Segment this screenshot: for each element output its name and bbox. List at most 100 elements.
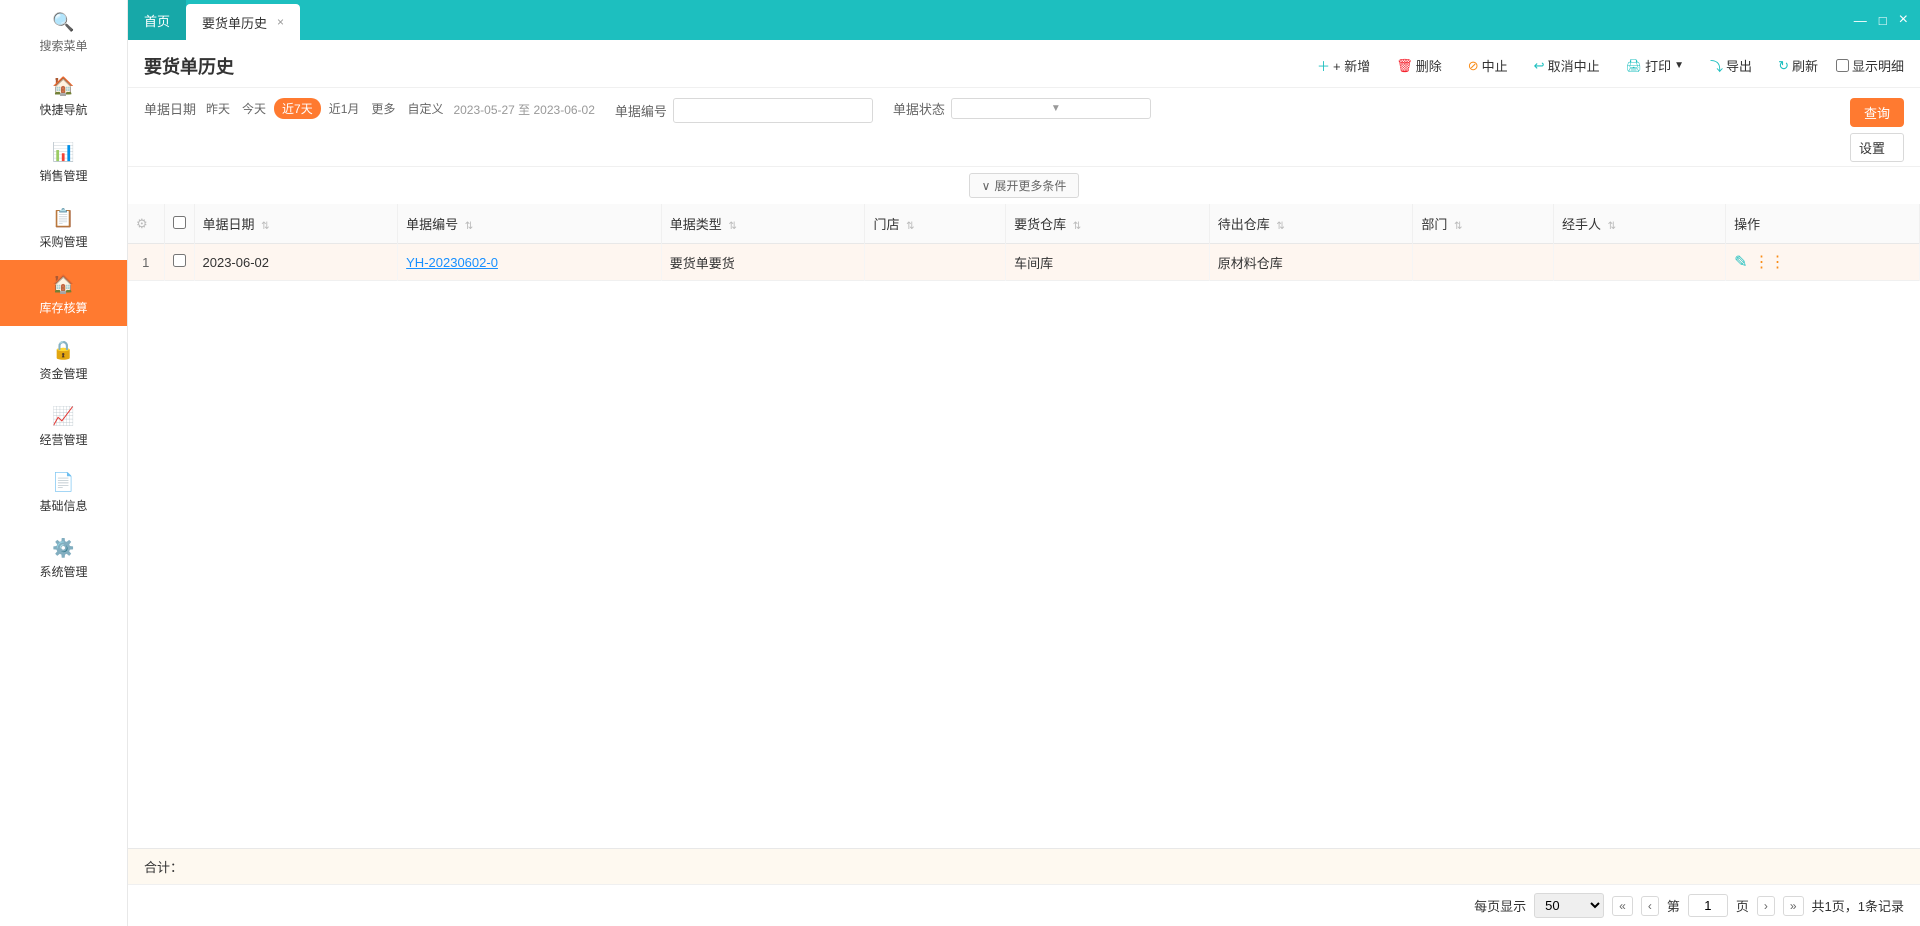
window-close-btn[interactable]: × [1899,11,1908,29]
sidebar-item-basic-info[interactable]: 📄 基础信息 [0,458,127,524]
sort-store-icon: ⇅ [906,221,914,232]
th-pending-warehouse[interactable]: 待出仓库 ⇅ [1209,204,1413,244]
sort-doc-no-icon: ⇅ [465,221,473,232]
row-checkbox[interactable] [173,254,186,267]
status-select[interactable]: ▼ [951,98,1151,119]
date-btn-custom[interactable]: 自定义 [403,98,447,119]
refresh-label: 刷新 [1792,56,1818,75]
purchase-icon: 📋 [52,208,74,229]
date-btn-yesterday[interactable]: 昨天 [202,98,234,119]
per-page-label: 每页显示 [1474,896,1526,915]
summary-label: 合计： [144,857,183,876]
prev-page-btn[interactable]: ‹ [1641,896,1659,916]
table-settings-icon[interactable]: ⚙ [136,216,148,231]
date-filter-group: 单据日期 昨天 今天 近7天 近1月 更多 自定义 2023-05-27 至 2… [144,98,595,119]
th-doc-type[interactable]: 单据类型 ⇅ [661,204,865,244]
sidebar-search[interactable]: 🔍 搜索菜单 [0,0,127,62]
next-page-btn[interactable]: › [1757,896,1775,916]
first-page-btn[interactable]: « [1612,896,1633,916]
filter-bar: 单据日期 昨天 今天 近7天 近1月 更多 自定义 2023-05-27 至 2… [128,88,1920,167]
row-delete-btn[interactable]: ⋮⋮ [1754,252,1786,272]
display-detail-label: 显示明细 [1852,56,1904,75]
row-store [865,244,1006,281]
select-all-checkbox[interactable] [173,216,186,229]
th-store[interactable]: 门店 ⇅ [865,204,1006,244]
display-detail-button[interactable]: 显示明细 [1836,56,1904,75]
sidebar-item-sales[interactable]: 📊 销售管理 [0,128,127,194]
sidebar-item-label: 销售管理 [39,167,87,184]
delete-label: 删除 [1416,56,1442,75]
table-row: 1 2023-06-02 YH-20230602-0 要货单要货 车间库 原材料… [128,244,1920,281]
th-req-warehouse[interactable]: 要货仓库 ⇅ [1006,204,1210,244]
tab-home[interactable]: 首页 [128,0,186,40]
print-icon: 🖨 [1626,58,1643,74]
date-btn-today[interactable]: 今天 [238,98,270,119]
date-btn-more[interactable]: 更多 [367,98,399,119]
status-dropdown-icon: ▼ [1051,103,1142,114]
row-doc-no[interactable]: YH-20230602-0 [398,244,662,281]
action-btns: ✎ ⋮⋮ [1734,252,1911,272]
sidebar-item-inventory[interactable]: 🏠 库存核算 [0,260,127,326]
sidebar-item-finance[interactable]: 🔒 资金管理 [0,326,127,392]
tab-active[interactable]: 要货单历史 × [186,4,300,40]
query-button[interactable]: 查询 [1850,98,1904,127]
th-handler[interactable]: 经手人 ⇅ [1553,204,1725,244]
finance-icon: 🔒 [52,340,74,361]
sidebar-item-system[interactable]: ⚙️ 系统管理 [0,524,127,590]
row-handler [1553,244,1725,281]
expand-conditions-btn[interactable]: ∨ 展开更多条件 [969,173,1080,198]
th-action: 操作 [1726,204,1920,244]
print-button[interactable]: 🖨 打印 ▼ [1618,52,1692,79]
th-department[interactable]: 部门 ⇅ [1413,204,1554,244]
display-detail-checkbox[interactable] [1836,59,1849,72]
new-button[interactable]: ＋ + 新增 [1309,52,1378,79]
row-department [1413,244,1554,281]
cancel-label: 取消中止 [1548,56,1600,75]
th-settings[interactable]: ⚙ [128,204,164,244]
export-button[interactable]: ⤵ 导出 [1702,52,1760,79]
sidebar-item-label: 快捷导航 [39,101,87,118]
row-edit-btn[interactable]: ✎ [1734,252,1747,272]
page-input[interactable] [1688,894,1728,917]
row-actions: ✎ ⋮⋮ [1726,244,1920,281]
query-action-group: 查询 设置 [1850,98,1904,162]
date-btn-1month[interactable]: 近1月 [325,98,364,119]
print-dropdown-icon: ▼ [1674,60,1684,71]
row-req-warehouse: 车间库 [1006,244,1210,281]
date-btn-7days[interactable]: 近7天 [274,98,321,119]
row-num: 1 [128,244,164,281]
export-label: 导出 [1726,56,1752,75]
sidebar-item-label: 资金管理 [39,365,87,382]
sidebar-item-purchase[interactable]: 📋 采购管理 [0,194,127,260]
suspend-button[interactable]: ⊘ 中止 [1460,52,1516,79]
last-page-btn[interactable]: » [1783,896,1804,916]
date-options: 昨天 今天 近7天 近1月 更多 自定义 [202,98,447,119]
cancel-button[interactable]: ↩ 取消中止 [1526,52,1608,79]
pagination: 每页显示 10 20 50 100 « ‹ 第 页 › » 共1页，1条记录 [128,884,1920,926]
th-doc-no[interactable]: 单据编号 ⇅ [398,204,662,244]
settings-filter-button[interactable]: 设置 [1850,133,1904,162]
date-filter-label: 单据日期 [144,99,196,118]
th-doc-date[interactable]: 单据日期 ⇅ [194,204,398,244]
sidebar: 🔍 搜索菜单 🏠 快捷导航 📊 销售管理 📋 采购管理 🏠 库存核算 🔒 资金管… [0,0,128,926]
refresh-button[interactable]: ↻ 刷新 [1770,52,1826,79]
table-container: ⚙ 单据日期 ⇅ 单据编号 ⇅ [128,204,1920,848]
sort-req-warehouse-icon: ⇅ [1073,221,1081,232]
toolbar: ＋ + 新增 🗑 删除 ⊘ 中止 ↩ 取消中止 🖨 打印 [1309,52,1904,79]
window-maximize-btn[interactable]: □ [1879,13,1887,28]
delete-button[interactable]: 🗑 删除 [1388,52,1450,79]
suspend-label: 中止 [1482,56,1508,75]
doc-no-label: 单据编号 [615,101,667,120]
basic-info-icon: 📄 [52,472,74,493]
page-header: 要货单历史 ＋ + 新增 🗑 删除 ⊘ 中止 ↩ 取消中止 [128,40,1920,88]
per-page-select[interactable]: 10 20 50 100 [1534,893,1604,918]
tab-close-icon[interactable]: × [277,15,284,29]
doc-no-input[interactable] [673,98,873,123]
sidebar-item-quick-nav[interactable]: 🏠 快捷导航 [0,62,127,128]
export-icon: ⤵ [1710,56,1723,75]
window-minimize-btn[interactable]: — [1854,13,1867,28]
sidebar-item-operations[interactable]: 📈 经营管理 [0,392,127,458]
footer-summary: 合计： [128,848,1920,884]
sort-pending-warehouse-icon: ⇅ [1276,221,1284,232]
system-icon: ⚙️ [52,538,74,559]
